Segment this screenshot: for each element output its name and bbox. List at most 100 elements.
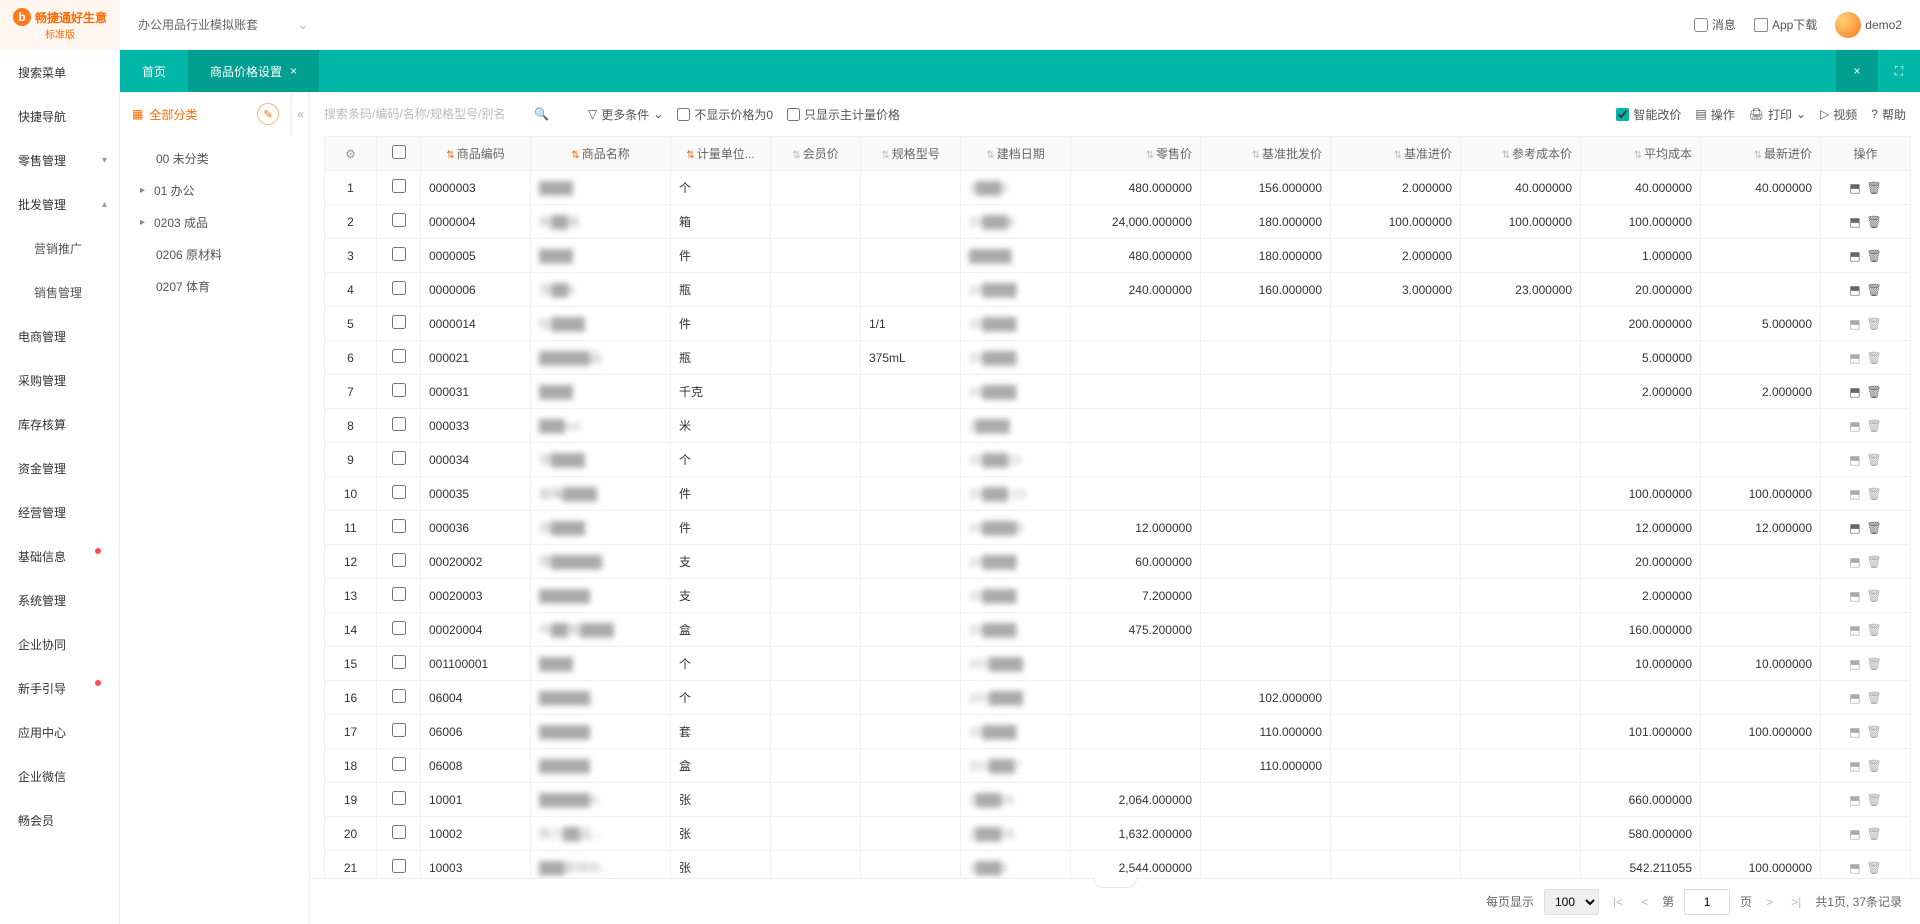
sidebar-item[interactable]: 畅会员: [0, 798, 119, 842]
column-header[interactable]: 操作: [1821, 137, 1911, 171]
prev-page-button[interactable]: <: [1637, 895, 1652, 909]
copy-icon[interactable]: ⬒: [1849, 521, 1860, 535]
row-checkbox[interactable]: [392, 247, 406, 261]
delete-icon[interactable]: 🗑: [1867, 691, 1882, 705]
row-checkbox[interactable]: [392, 553, 406, 567]
delete-icon[interactable]: 🗑: [1867, 555, 1882, 569]
delete-icon[interactable]: 🗑: [1867, 419, 1882, 433]
copy-icon[interactable]: ⬒: [1849, 759, 1860, 773]
delete-icon[interactable]: 🗑: [1867, 657, 1882, 671]
search-icon[interactable]: 🔍: [534, 107, 549, 121]
gear-icon[interactable]: ⚙: [345, 147, 356, 161]
column-header[interactable]: ⇅基准批发价: [1201, 137, 1331, 171]
column-header[interactable]: [377, 137, 421, 171]
category-node[interactable]: ▸01 办公: [120, 174, 309, 206]
category-node[interactable]: ▸0203 成品: [120, 206, 309, 238]
column-header[interactable]: ⇅零售价: [1071, 137, 1201, 171]
print-button[interactable]: 🖨 打印 ⌄: [1749, 106, 1806, 123]
copy-icon[interactable]: ⬒: [1849, 249, 1860, 263]
operations-menu[interactable]: ▤ 操作: [1695, 106, 1734, 123]
copy-icon[interactable]: ⬒: [1849, 385, 1860, 399]
column-header[interactable]: ⇅最新进价: [1701, 137, 1821, 171]
row-checkbox[interactable]: [392, 757, 406, 771]
delete-icon[interactable]: 🗑: [1867, 249, 1882, 263]
row-checkbox[interactable]: [392, 519, 406, 533]
help-button[interactable]: ? 帮助: [1871, 106, 1906, 123]
search-input[interactable]: [324, 107, 534, 121]
row-checkbox[interactable]: [392, 859, 406, 873]
column-header[interactable]: ⇅计量单位...: [671, 137, 771, 171]
delete-icon[interactable]: 🗑: [1867, 215, 1882, 229]
copy-icon[interactable]: ⬒: [1849, 725, 1860, 739]
copy-icon[interactable]: ⬒: [1849, 283, 1860, 297]
fullscreen-button[interactable]: ⛶: [1878, 50, 1920, 92]
category-all[interactable]: 全部分类: [149, 106, 197, 123]
sidebar-item[interactable]: 电商管理: [0, 314, 119, 358]
smart-reprice-toggle[interactable]: 智能改价: [1616, 106, 1681, 123]
delete-icon[interactable]: 🗑: [1867, 521, 1882, 535]
collapse-panel-button[interactable]: «: [291, 92, 309, 136]
delete-icon[interactable]: 🗑: [1867, 181, 1882, 195]
column-header[interactable]: ⇅建档日期: [961, 137, 1071, 171]
delete-icon[interactable]: 🗑: [1867, 589, 1882, 603]
account-switcher[interactable]: 办公用品行业模拟账套 ⌄: [120, 0, 380, 50]
next-page-button[interactable]: >: [1762, 895, 1777, 909]
row-checkbox[interactable]: [392, 417, 406, 431]
sidebar-item[interactable]: 营销推广: [0, 226, 119, 270]
sidebar-item[interactable]: 搜索菜单: [0, 50, 119, 94]
sidebar-item[interactable]: 企业协同: [0, 622, 119, 666]
row-checkbox[interactable]: [392, 587, 406, 601]
copy-icon[interactable]: ⬒: [1849, 351, 1860, 365]
category-node[interactable]: 00 未分类: [120, 142, 309, 174]
select-all-checkbox[interactable]: [392, 145, 406, 159]
row-checkbox[interactable]: [392, 315, 406, 329]
hide-zero-checkbox[interactable]: 不显示价格为0: [677, 106, 773, 123]
copy-icon[interactable]: ⬒: [1849, 861, 1860, 875]
delete-icon[interactable]: 🗑: [1867, 351, 1882, 365]
sidebar-item[interactable]: 资金管理: [0, 446, 119, 490]
tab-close-all-button[interactable]: ×: [1836, 50, 1878, 92]
row-checkbox[interactable]: [392, 621, 406, 635]
row-checkbox[interactable]: [392, 791, 406, 805]
delete-icon[interactable]: 🗑: [1867, 827, 1882, 841]
copy-icon[interactable]: ⬒: [1849, 419, 1860, 433]
row-checkbox[interactable]: [392, 281, 406, 295]
copy-icon[interactable]: ⬒: [1849, 657, 1860, 671]
row-checkbox[interactable]: [392, 689, 406, 703]
more-filters-button[interactable]: ▽更多条件⌄: [588, 106, 663, 123]
row-checkbox[interactable]: [392, 213, 406, 227]
delete-icon[interactable]: 🗑: [1867, 487, 1882, 501]
copy-icon[interactable]: ⬒: [1849, 453, 1860, 467]
copy-icon[interactable]: ⬒: [1849, 589, 1860, 603]
column-header[interactable]: ⇅平均成本: [1581, 137, 1701, 171]
row-checkbox[interactable]: [392, 655, 406, 669]
tab-home[interactable]: 首页: [120, 50, 188, 92]
sidebar-item[interactable]: 零售管理▾: [0, 138, 119, 182]
sidebar-item[interactable]: 销售管理: [0, 270, 119, 314]
column-header[interactable]: ⇅基准进价: [1331, 137, 1461, 171]
sidebar-item[interactable]: 采购管理: [0, 358, 119, 402]
copy-icon[interactable]: ⬒: [1849, 317, 1860, 331]
app-download-button[interactable]: App下载: [1754, 16, 1817, 33]
drawer-handle[interactable]: [1093, 878, 1137, 888]
delete-icon[interactable]: 🗑: [1867, 317, 1882, 331]
delete-icon[interactable]: 🗑: [1867, 623, 1882, 637]
copy-icon[interactable]: ⬒: [1849, 555, 1860, 569]
category-node[interactable]: 0206 原材料: [120, 238, 309, 270]
column-header[interactable]: ⇅商品名称: [531, 137, 671, 171]
sidebar-item[interactable]: 快捷导航: [0, 94, 119, 138]
copy-icon[interactable]: ⬒: [1849, 827, 1860, 841]
only-main-unit-checkbox[interactable]: 只显示主计量价格: [787, 106, 900, 123]
video-button[interactable]: ▷ 视频: [1820, 106, 1857, 123]
page-input[interactable]: [1684, 889, 1730, 915]
row-checkbox[interactable]: [392, 349, 406, 363]
column-header[interactable]: ⇅参考成本价: [1461, 137, 1581, 171]
close-icon[interactable]: ×: [290, 64, 297, 78]
sidebar-item[interactable]: 批发管理▴: [0, 182, 119, 226]
row-checkbox[interactable]: [392, 451, 406, 465]
sidebar-item[interactable]: 应用中心: [0, 710, 119, 754]
row-checkbox[interactable]: [392, 825, 406, 839]
row-checkbox[interactable]: [392, 723, 406, 737]
category-node[interactable]: 0207 体育: [120, 270, 309, 302]
row-checkbox[interactable]: [392, 179, 406, 193]
